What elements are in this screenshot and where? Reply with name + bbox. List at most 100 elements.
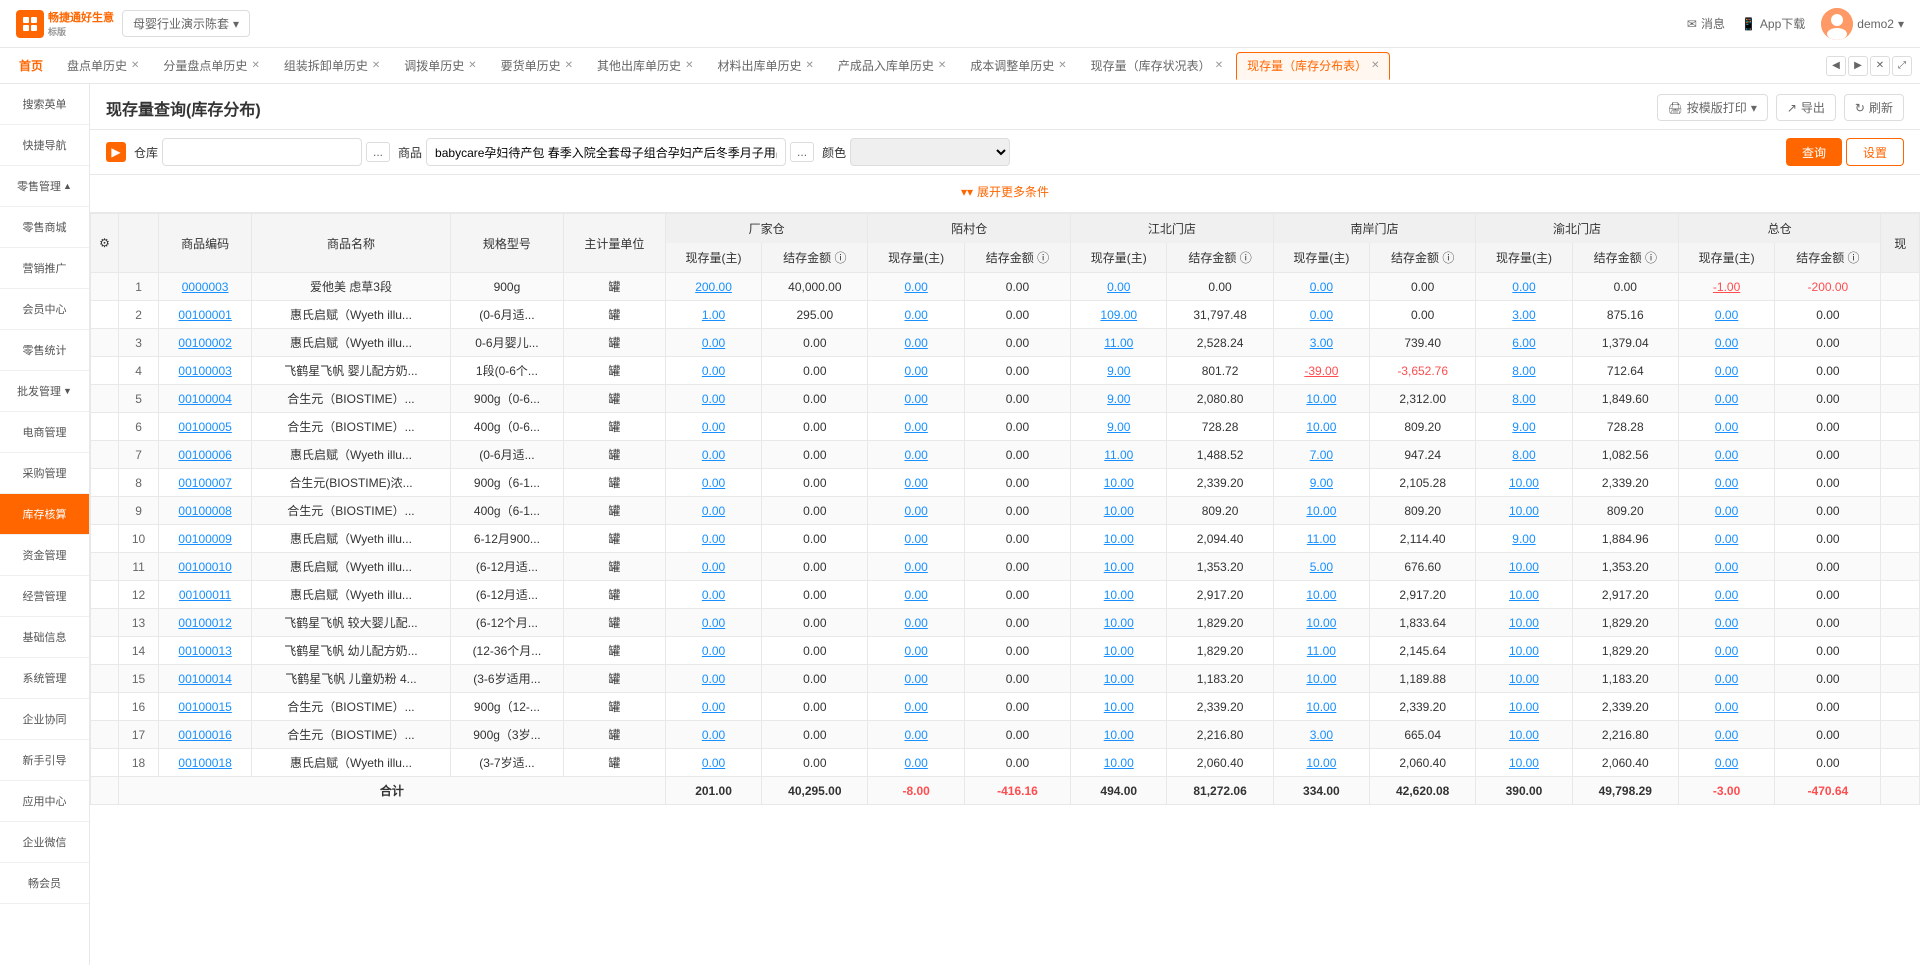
- tab-home[interactable]: 首页: [8, 52, 54, 80]
- td-jiangbei-qty[interactable]: 10.00: [1071, 749, 1167, 777]
- sidebar-item-retail-stats[interactable]: 零售统计: [0, 330, 89, 371]
- tab-product-in[interactable]: 产成品入库单历史 ✕: [827, 52, 957, 80]
- td-jiangbei-qty[interactable]: 9.00: [1071, 413, 1167, 441]
- td-changjia-qty[interactable]: 0.00: [665, 413, 761, 441]
- sidebar-item-system[interactable]: 系统管理: [0, 658, 89, 699]
- sidebar-item-collab[interactable]: 企业协同: [0, 699, 89, 740]
- close-icon[interactable]: ✕: [372, 60, 380, 71]
- td-jiangbei-qty[interactable]: 11.00: [1071, 329, 1167, 357]
- sidebar-item-retail-mall[interactable]: 零售商城: [0, 207, 89, 248]
- td-mucun-qty[interactable]: 0.00: [868, 553, 964, 581]
- td-yubei-qty[interactable]: 0.00: [1476, 273, 1572, 301]
- td-code[interactable]: 00100003: [159, 357, 252, 385]
- td-changjia-qty[interactable]: 0.00: [665, 609, 761, 637]
- sidebar-item-wholesale[interactable]: 批发管理 ▼: [0, 371, 89, 412]
- export-button[interactable]: ↗ 导出: [1776, 94, 1836, 121]
- sidebar-item-ecommerce[interactable]: 电商管理: [0, 412, 89, 453]
- td-zongcang-qty[interactable]: 0.00: [1678, 497, 1774, 525]
- td-nanan-qty[interactable]: 11.00: [1273, 637, 1369, 665]
- td-changjia-qty[interactable]: 1.00: [665, 301, 761, 329]
- close-icon[interactable]: ✕: [565, 60, 573, 71]
- td-yubei-qty[interactable]: 10.00: [1476, 721, 1572, 749]
- warehouse-ellipsis[interactable]: ...: [366, 142, 390, 162]
- td-code[interactable]: 00100012: [159, 609, 252, 637]
- close-icon[interactable]: ✕: [805, 60, 813, 71]
- sidebar-item-finance[interactable]: 资金管理: [0, 535, 89, 576]
- td-changjia-qty[interactable]: 0.00: [665, 665, 761, 693]
- td-mucun-qty[interactable]: 0.00: [868, 581, 964, 609]
- td-zongcang-qty[interactable]: 0.00: [1678, 581, 1774, 609]
- sidebar-item-nav[interactable]: 快捷导航: [0, 125, 89, 166]
- td-nanan-qty[interactable]: 10.00: [1273, 581, 1369, 609]
- td-yubei-qty[interactable]: 3.00: [1476, 301, 1572, 329]
- td-jiangbei-qty[interactable]: 10.00: [1071, 665, 1167, 693]
- td-code[interactable]: 0000003: [159, 273, 252, 301]
- td-nanan-qty[interactable]: 10.00: [1273, 749, 1369, 777]
- td-mucun-qty[interactable]: 0.00: [868, 357, 964, 385]
- td-nanan-qty[interactable]: 10.00: [1273, 497, 1369, 525]
- sidebar-item-basics[interactable]: 基础信息: [0, 617, 89, 658]
- td-code[interactable]: 00100001: [159, 301, 252, 329]
- td-mucun-qty[interactable]: 0.00: [868, 721, 964, 749]
- td-nanan-qty[interactable]: 11.00: [1273, 525, 1369, 553]
- td-yubei-qty[interactable]: 6.00: [1476, 329, 1572, 357]
- td-yubei-qty[interactable]: 10.00: [1476, 637, 1572, 665]
- nav-next-arrow[interactable]: ▶: [1848, 56, 1868, 76]
- warehouse-input[interactable]: [162, 138, 362, 166]
- td-code[interactable]: 00100013: [159, 637, 252, 665]
- sidebar-item-app-center[interactable]: 应用中心: [0, 781, 89, 822]
- td-code[interactable]: 00100018: [159, 749, 252, 777]
- td-yubei-qty[interactable]: 8.00: [1476, 357, 1572, 385]
- td-zongcang-qty[interactable]: 0.00: [1678, 329, 1774, 357]
- td-nanan-qty[interactable]: 10.00: [1273, 413, 1369, 441]
- close-icon[interactable]: ✕: [1371, 60, 1379, 71]
- td-zongcang-qty[interactable]: 0.00: [1678, 693, 1774, 721]
- td-code[interactable]: 00100010: [159, 553, 252, 581]
- td-zongcang-qty[interactable]: 0.00: [1678, 301, 1774, 329]
- td-jiangbei-qty[interactable]: 10.00: [1071, 497, 1167, 525]
- expand-nav[interactable]: ⤢: [1892, 56, 1912, 76]
- tab-requisition[interactable]: 要货单历史 ✕: [490, 52, 584, 80]
- td-nanan-qty[interactable]: 5.00: [1273, 553, 1369, 581]
- tab-partial-count[interactable]: 分量盘点单历史 ✕: [152, 52, 270, 80]
- td-mucun-qty[interactable]: 0.00: [868, 525, 964, 553]
- close-icon[interactable]: ✕: [1058, 60, 1066, 71]
- close-icon[interactable]: ✕: [468, 60, 476, 71]
- gear-icon[interactable]: ⚙: [99, 236, 110, 250]
- td-nanan-qty[interactable]: 7.00: [1273, 441, 1369, 469]
- goods-ellipsis[interactable]: ...: [790, 142, 814, 162]
- close-icon[interactable]: ✕: [685, 60, 693, 71]
- td-jiangbei-qty[interactable]: 10.00: [1071, 609, 1167, 637]
- td-nanan-qty[interactable]: 9.00: [1273, 469, 1369, 497]
- td-jiangbei-qty[interactable]: 0.00: [1071, 273, 1167, 301]
- td-zongcang-qty[interactable]: 0.00: [1678, 609, 1774, 637]
- td-mucun-qty[interactable]: 0.00: [868, 497, 964, 525]
- tab-stock-dist[interactable]: 现存量（库存分布表） ✕: [1236, 52, 1390, 80]
- goods-input[interactable]: [426, 138, 786, 166]
- td-changjia-qty[interactable]: 0.00: [665, 469, 761, 497]
- close-icon[interactable]: ✕: [938, 60, 946, 71]
- td-changjia-qty[interactable]: 0.00: [665, 441, 761, 469]
- td-yubei-qty[interactable]: 9.00: [1476, 525, 1572, 553]
- nav-prev-arrow[interactable]: ◀: [1826, 56, 1846, 76]
- td-mucun-qty[interactable]: 0.00: [868, 273, 964, 301]
- td-code[interactable]: 00100002: [159, 329, 252, 357]
- td-code[interactable]: 00100014: [159, 665, 252, 693]
- td-nanan-qty[interactable]: -39.00: [1273, 357, 1369, 385]
- td-zongcang-qty[interactable]: 0.00: [1678, 665, 1774, 693]
- company-selector[interactable]: 母婴行业演示陈套 ▾: [122, 10, 250, 37]
- td-nanan-qty[interactable]: 3.00: [1273, 721, 1369, 749]
- app-download-action[interactable]: 📱 App下载: [1741, 15, 1805, 32]
- tab-inventory-count[interactable]: 盘点单历史 ✕: [56, 52, 150, 80]
- td-code[interactable]: 00100005: [159, 413, 252, 441]
- refresh-button[interactable]: ↻ 刷新: [1844, 94, 1904, 121]
- sidebar-item-purchase[interactable]: 采购管理: [0, 453, 89, 494]
- td-zongcang-qty[interactable]: 0.00: [1678, 553, 1774, 581]
- close-all-tabs[interactable]: ✕: [1870, 56, 1890, 76]
- td-nanan-qty[interactable]: 10.00: [1273, 385, 1369, 413]
- sidebar-item-operations[interactable]: 经营管理: [0, 576, 89, 617]
- sidebar-item-wechat[interactable]: 企业微信: [0, 822, 89, 863]
- td-yubei-qty[interactable]: 8.00: [1476, 441, 1572, 469]
- td-yubei-qty[interactable]: 8.00: [1476, 385, 1572, 413]
- td-changjia-qty[interactable]: 0.00: [665, 525, 761, 553]
